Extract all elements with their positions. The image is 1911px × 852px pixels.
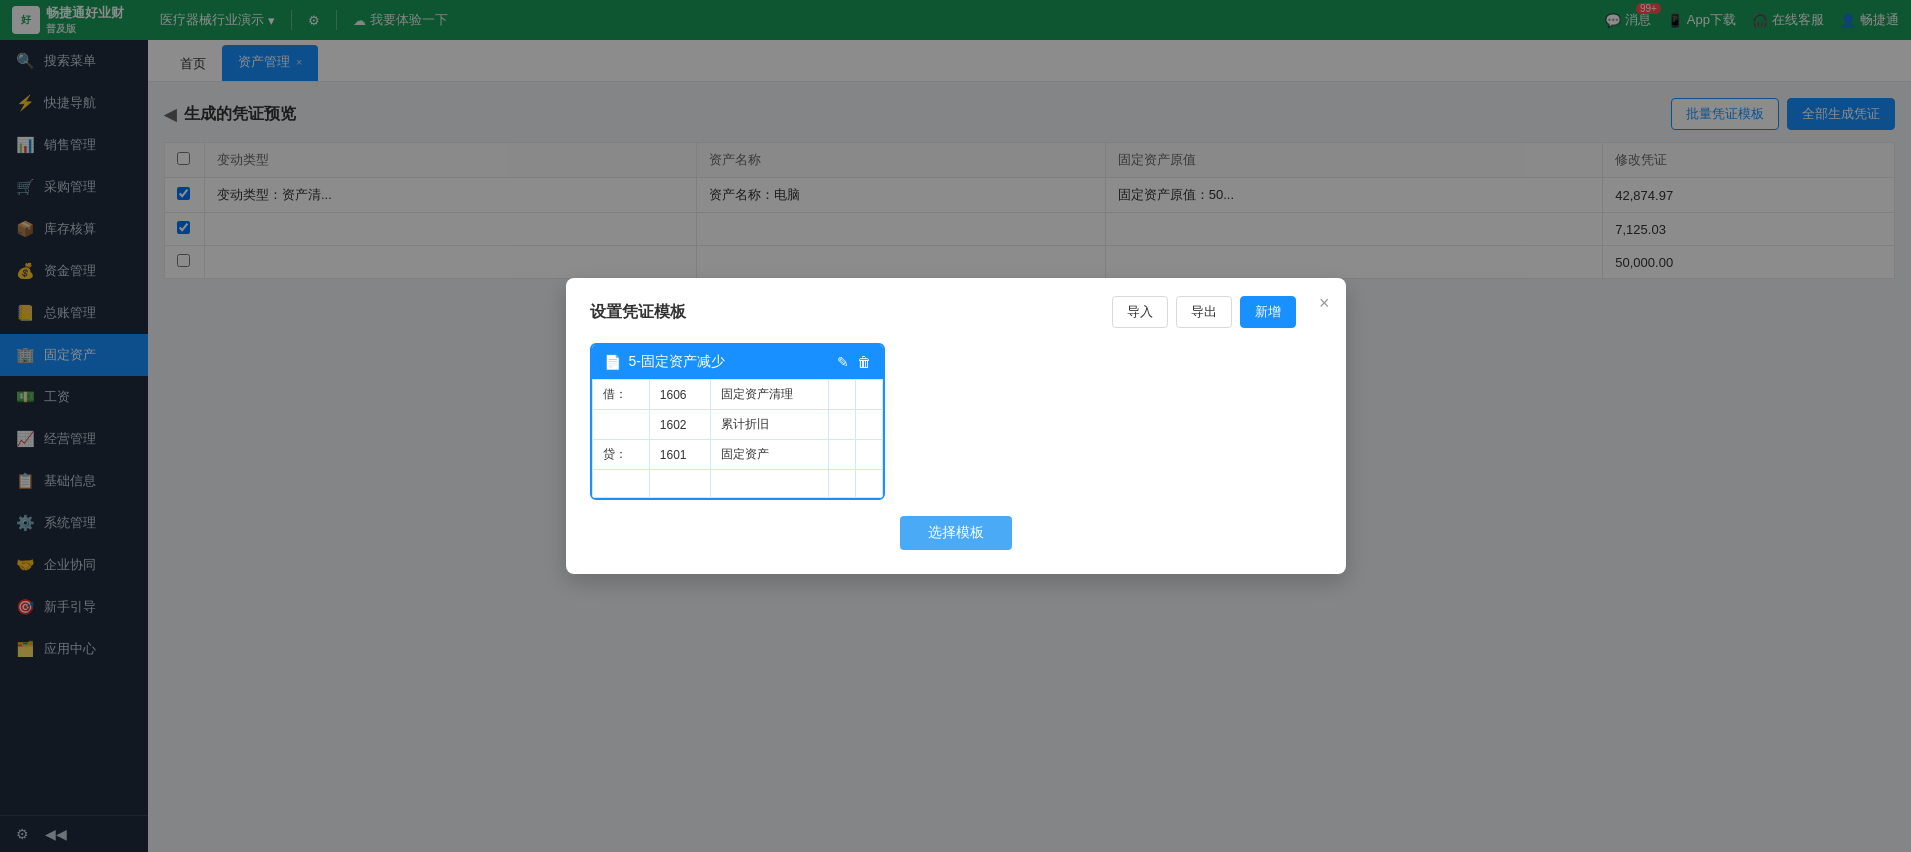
template-card-name: 5-固定资产减少 — [629, 353, 725, 371]
entry-credit-1 — [855, 380, 882, 410]
entry-type-3: 贷： — [592, 440, 649, 470]
template-row-1: 借： 1606 固定资产清理 — [592, 380, 882, 410]
entry-debit-3 — [828, 440, 855, 470]
entry-type-4 — [592, 470, 649, 498]
template-modal: 设置凭证模板 × 导入 导出 新增 📄 5-固定资产减少 ✎ 🗑 — [566, 278, 1346, 574]
entry-code-2: 1602 — [649, 410, 710, 440]
template-row-3: 贷： 1601 固定资产 — [592, 440, 882, 470]
entry-name-2: 累计折旧 — [710, 410, 828, 440]
entry-debit-2 — [828, 410, 855, 440]
modal-close-button[interactable]: × — [1319, 294, 1330, 312]
entry-name-3: 固定资产 — [710, 440, 828, 470]
import-button[interactable]: 导入 — [1112, 296, 1168, 328]
entry-type-1: 借： — [592, 380, 649, 410]
template-entries-table: 借： 1606 固定资产清理 1602 累计折旧 — [592, 379, 883, 498]
template-card-header-left: 📄 5-固定资产减少 — [604, 353, 725, 371]
entry-name-4 — [710, 470, 828, 498]
entry-credit-3 — [855, 440, 882, 470]
entry-name-1: 固定资产清理 — [710, 380, 828, 410]
modal-body: 📄 5-固定资产减少 ✎ 🗑 借： 1606 固 — [590, 343, 1322, 550]
entry-code-4 — [649, 470, 710, 498]
template-edit-icon[interactable]: ✎ — [837, 354, 849, 370]
template-row-4 — [592, 470, 882, 498]
template-doc-icon: 📄 — [604, 354, 621, 370]
template-card-header: 📄 5-固定资产减少 ✎ 🗑 — [592, 345, 883, 379]
entry-debit-4 — [828, 470, 855, 498]
template-card-header-icons: ✎ 🗑 — [837, 354, 871, 370]
template-card-body: 借： 1606 固定资产清理 1602 累计折旧 — [592, 379, 883, 498]
template-delete-icon[interactable]: 🗑 — [857, 354, 871, 370]
select-template-button[interactable]: 选择模板 — [900, 516, 1012, 550]
modal-overlay[interactable]: 设置凭证模板 × 导入 导出 新增 📄 5-固定资产减少 ✎ 🗑 — [0, 0, 1911, 852]
entry-code-1: 1606 — [649, 380, 710, 410]
export-button[interactable]: 导出 — [1176, 296, 1232, 328]
new-template-button[interactable]: 新增 — [1240, 296, 1296, 328]
entry-code-3: 1601 — [649, 440, 710, 470]
entry-credit-2 — [855, 410, 882, 440]
modal-header-actions: 导入 导出 新增 — [1112, 296, 1296, 328]
template-row-2: 1602 累计折旧 — [592, 410, 882, 440]
template-card: 📄 5-固定资产减少 ✎ 🗑 借： 1606 固 — [590, 343, 885, 500]
entry-type-2 — [592, 410, 649, 440]
entry-credit-4 — [855, 470, 882, 498]
entry-debit-1 — [828, 380, 855, 410]
